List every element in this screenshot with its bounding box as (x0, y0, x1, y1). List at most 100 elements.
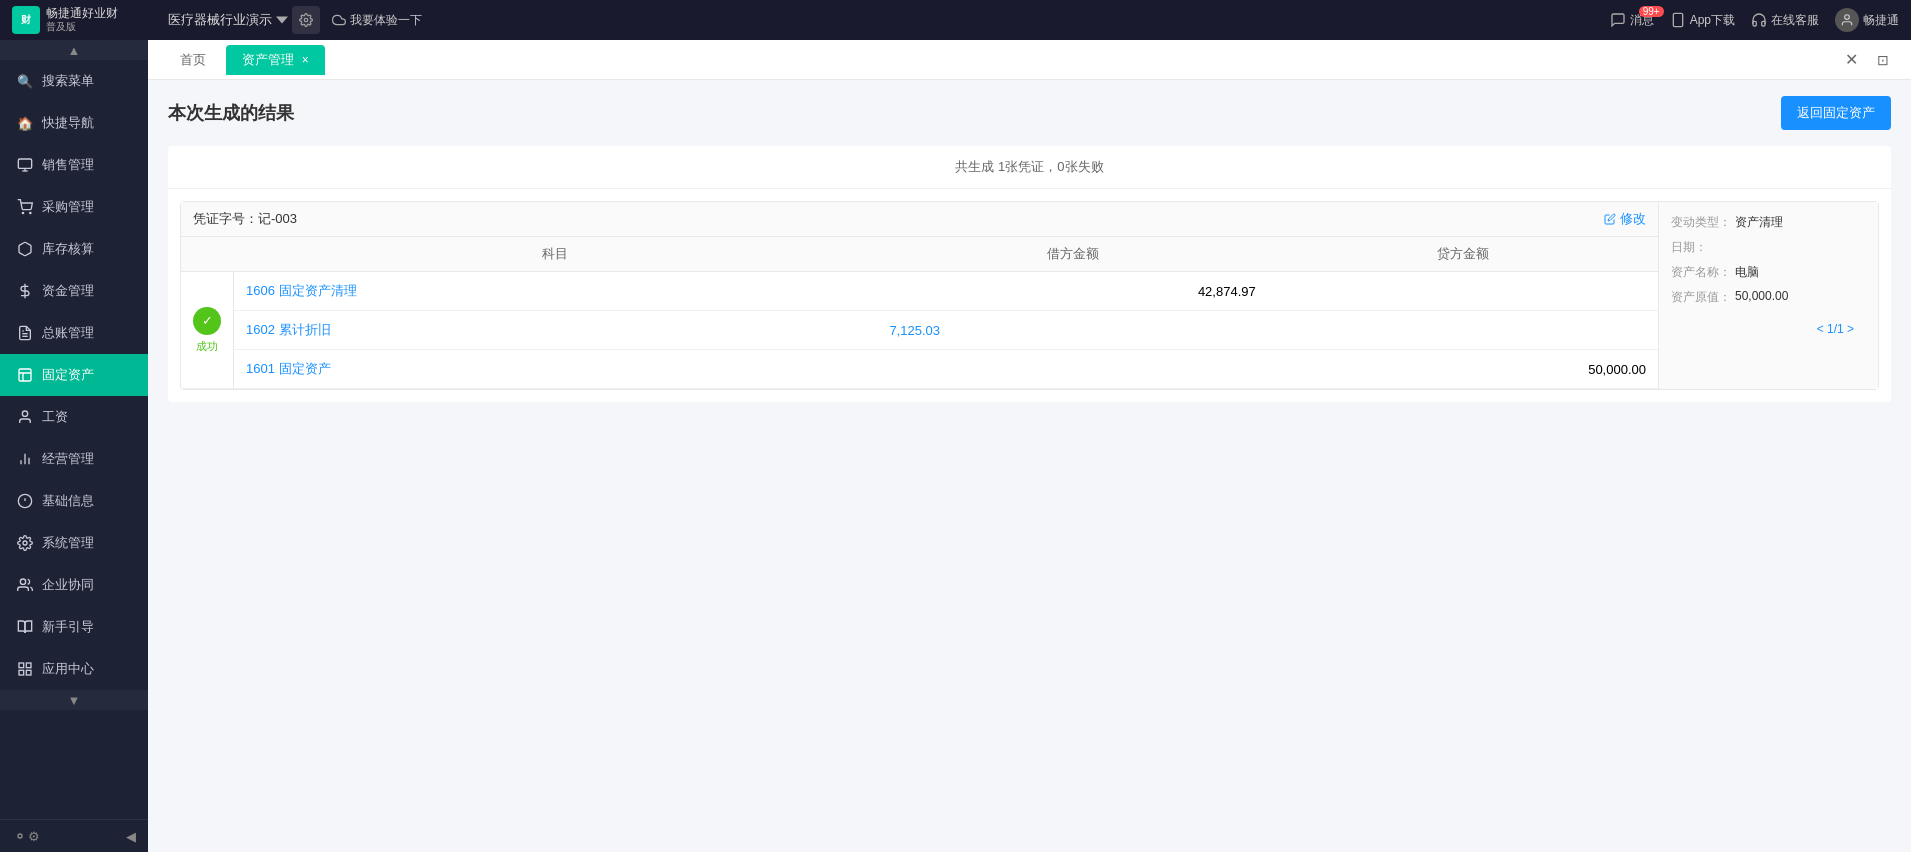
expand-panel-button[interactable]: ⊡ (1871, 48, 1895, 72)
subject-cell[interactable]: 1601 固定资产 (234, 350, 878, 389)
app-download-button[interactable]: App下载 (1670, 12, 1735, 29)
cloud-icon (332, 13, 346, 27)
subject-cell[interactable]: 1606 固定资产清理 (234, 272, 878, 311)
sidebar-item-ledger[interactable]: 总账管理 (0, 312, 148, 354)
app-download-label: App下载 (1690, 12, 1735, 29)
sidebar-item-apps[interactable]: 应用中心 (0, 648, 148, 690)
credit-cell: 50,000.00 (1268, 350, 1658, 389)
svg-point-0 (304, 18, 308, 22)
debit-cell: 42,874.97 (877, 272, 1267, 311)
info-row-asset-name: 资产名称： 电脑 (1671, 264, 1866, 281)
online-service-button[interactable]: 在线客服 (1751, 12, 1819, 29)
sidebar-item-salary[interactable]: 工资 (0, 396, 148, 438)
svg-point-7 (22, 212, 23, 213)
credit-cell (1268, 272, 1658, 311)
experience-button[interactable]: 我要体验一下 (332, 12, 422, 29)
table-row: ✓ 成功 1606 固定资产清理 42,874.97 (181, 272, 1658, 311)
phone-icon (1670, 12, 1686, 28)
building-icon (16, 366, 34, 384)
svg-rect-12 (19, 369, 31, 381)
user-label: 畅捷通 (1863, 12, 1899, 29)
page-content: 本次生成的结果 返回固定资产 共生成 1张凭证，0张失败 凭证字号：记-003 (148, 80, 1911, 852)
sidebar-scroll-down[interactable]: ▼ (0, 690, 148, 710)
edit-button[interactable]: 修改 (1604, 210, 1646, 228)
sidebar-item-enterprise[interactable]: 企业协同 (0, 564, 148, 606)
svg-rect-4 (18, 159, 31, 168)
asset-name-value: 电脑 (1735, 264, 1759, 281)
sidebar-item-label: 搜索菜单 (42, 72, 94, 90)
close-panel-button[interactable]: ✕ (1839, 48, 1863, 72)
edit-label: 修改 (1620, 210, 1646, 228)
tab-active-label: 资产管理 (242, 52, 294, 67)
sidebar-item-quick-nav[interactable]: 🏠 快捷导航 (0, 102, 148, 144)
status-label: 成功 (193, 339, 221, 354)
date-label: 日期： (1671, 239, 1707, 256)
sidebar-item-guide[interactable]: 新手引导 (0, 606, 148, 648)
top-header: 财 畅捷通好业财 普及版 医疗器械行业演示 我要体验一下 消 (0, 0, 1911, 40)
sidebar-item-label: 基础信息 (42, 492, 94, 510)
enterprise-icon (16, 576, 34, 594)
sidebar-item-operations[interactable]: 经营管理 (0, 438, 148, 480)
sidebar-settings-button[interactable]: ⚙ (12, 828, 40, 844)
chevron-down-icon (276, 14, 288, 26)
edit-icon (1604, 213, 1616, 225)
tab-close-button[interactable]: × (302, 53, 309, 67)
sidebar: ▲ 🔍 搜索菜单 🏠 快捷导航 销售管理 采购管理 (0, 40, 148, 852)
nav-bar: 医疗器械行业演示 我要体验一下 (160, 6, 1610, 34)
settings-icon (12, 828, 28, 844)
credit-cell (1268, 311, 1658, 350)
asset-name-label: 资产名称： (1671, 264, 1731, 281)
asset-value-value: 50,000.00 (1735, 289, 1788, 306)
sidebar-item-inventory[interactable]: 库存核算 (0, 228, 148, 270)
info-row-asset-value: 资产原值： 50,000.00 (1671, 289, 1866, 306)
brand-sub: 普及版 (46, 20, 118, 34)
sidebar-collapse-button[interactable]: ◀ (126, 829, 136, 844)
change-type-label: 变动类型： (1671, 214, 1731, 231)
sidebar-scroll-up[interactable]: ▲ (0, 40, 148, 60)
status-cell: ✓ 成功 (181, 272, 234, 389)
content-area: 首页 资产管理 × ✕ ⊡ 本次生成的结果 返回固定资产 共生成 1张凭证，0张… (148, 40, 1911, 852)
tab-home-label: 首页 (180, 52, 206, 67)
sidebar-item-fixed-assets[interactable]: 固定资产 (0, 354, 148, 396)
back-to-fixed-assets-button[interactable]: 返回固定资产 (1781, 96, 1891, 130)
svg-point-13 (22, 411, 27, 416)
tab-asset-management[interactable]: 资产管理 × (226, 45, 325, 75)
sidebar-item-label: 固定资产 (42, 366, 94, 384)
sidebar-item-label: 总账管理 (42, 324, 94, 342)
pagination-text[interactable]: < 1/1 > (1817, 322, 1854, 336)
voucher-table: 科目 借方金额 贷方金额 ✓ 成功 (181, 237, 1658, 389)
gear-icon (299, 13, 313, 27)
sidebar-item-purchase[interactable]: 采购管理 (0, 186, 148, 228)
tab-home[interactable]: 首页 (164, 45, 222, 75)
sidebar-item-search[interactable]: 🔍 搜索菜单 (0, 60, 148, 102)
sidebar-item-sales[interactable]: 销售管理 (0, 144, 148, 186)
table-row: 1602 累计折旧 7,125.03 (181, 311, 1658, 350)
subject-cell[interactable]: 1602 累计折旧 (234, 311, 878, 350)
top-right: 消息 99+ App下载 在线客服 畅捷通 (1610, 8, 1899, 32)
voucher-info-panel: 变动类型： 资产清理 日期： 资产名称： 电脑 资产原值： (1658, 202, 1878, 389)
sidebar-item-label: 新手引导 (42, 618, 94, 636)
page-header: 本次生成的结果 返回固定资产 (168, 96, 1891, 130)
sidebar-item-system[interactable]: 系统管理 (0, 522, 148, 564)
tab-bar: 首页 资产管理 × ✕ ⊡ (148, 40, 1911, 80)
settings-icon-button[interactable] (292, 6, 320, 34)
company-selector[interactable]: 医疗器械行业演示 (168, 11, 288, 29)
sidebar-item-basic-info[interactable]: 基础信息 (0, 480, 148, 522)
experience-label: 我要体验一下 (350, 12, 422, 29)
voucher-number: 凭证字号：记-003 (193, 210, 297, 228)
user-menu[interactable]: 畅捷通 (1835, 8, 1899, 32)
sidebar-item-label: 快捷导航 (42, 114, 94, 132)
inventory-icon (16, 240, 34, 258)
col-debit: 借方金额 (877, 237, 1267, 272)
message-badge: 99+ (1639, 6, 1664, 17)
success-icon: ✓ (193, 307, 221, 335)
message-icon (1610, 12, 1626, 28)
sidebar-item-label: 工资 (42, 408, 68, 426)
brand-name: 畅捷通好业财 (46, 6, 118, 20)
apps-icon (16, 660, 34, 678)
voucher-main: 凭证字号：记-003 修改 (181, 202, 1658, 389)
change-type-value: 资产清理 (1735, 214, 1783, 231)
asset-value-label: 资产原值： (1671, 289, 1731, 306)
messages-button[interactable]: 消息 99+ (1610, 12, 1654, 29)
sidebar-item-funds[interactable]: 资金管理 (0, 270, 148, 312)
